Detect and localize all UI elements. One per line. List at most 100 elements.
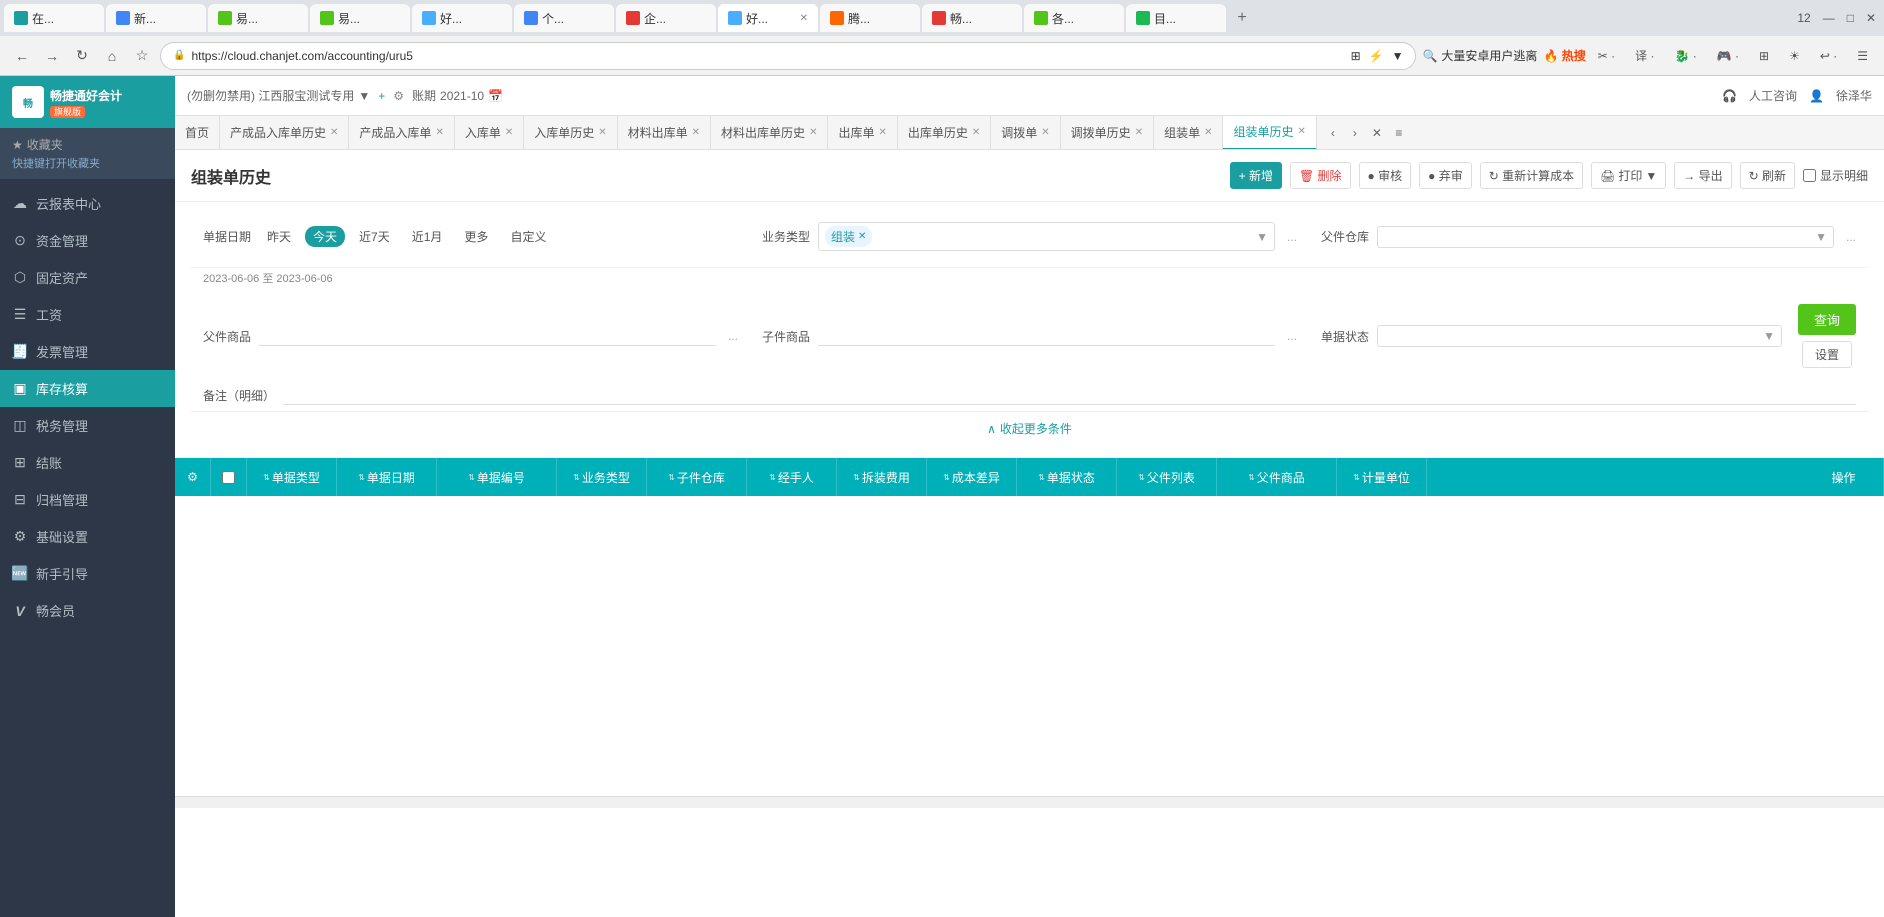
home-button[interactable]: ⌂: [100, 44, 124, 68]
tab-close-stock-in-history[interactable]: ✕: [598, 127, 606, 138]
tab-more[interactable]: ≡: [1389, 123, 1409, 143]
browser-tab-9[interactable]: 腾...: [820, 4, 920, 32]
browser-tab-6[interactable]: 个...: [514, 4, 614, 32]
sort-handler-icon[interactable]: ⇅: [769, 473, 776, 482]
sidebar-item-settle[interactable]: ⊞ 结账: [0, 444, 175, 481]
sort-disassemble-cost-icon[interactable]: ⇅: [853, 473, 860, 482]
minimize-button[interactable]: —: [1819, 9, 1839, 27]
sort-order-no-icon[interactable]: ⇅: [468, 473, 475, 482]
qr-icon[interactable]: ⊞: [1351, 49, 1361, 63]
tab-produce-in-history[interactable]: 产成品入库单历史 ✕: [220, 116, 349, 150]
display-detail-checkbox[interactable]: 显示明细: [1803, 167, 1868, 184]
date-btn-today[interactable]: 今天: [305, 226, 345, 247]
close-button[interactable]: ✕: [1862, 9, 1880, 27]
tab-close-material-out[interactable]: ✕: [692, 127, 700, 138]
tab-material-out[interactable]: 材料出库单 ✕: [618, 116, 711, 150]
parent-warehouse-dropdown-arrow[interactable]: ▼: [1815, 230, 1827, 244]
horizontal-scrollbar[interactable]: [175, 796, 1884, 808]
tab-transfer-history[interactable]: 调拨单历史 ✕: [1061, 116, 1154, 150]
hot-search[interactable]: 🔥 热搜: [1543, 47, 1585, 64]
sidebar-item-tax[interactable]: ◫ 税务管理: [0, 407, 175, 444]
browser-tab-8[interactable]: 好... ✕: [718, 4, 818, 32]
col-check[interactable]: [211, 458, 247, 496]
export-button[interactable]: → 导出: [1674, 162, 1731, 189]
date-btn-yesterday[interactable]: 昨天: [259, 226, 299, 247]
tab-home[interactable]: 首页: [175, 116, 220, 150]
date-btn-7days[interactable]: 近7天: [351, 226, 398, 247]
emoji-tool[interactable]: 🐉 ·: [1668, 47, 1702, 65]
tab-close-stock-in[interactable]: ✕: [505, 127, 513, 138]
sun-tool[interactable]: ☀: [1783, 47, 1806, 65]
sort-order-date-icon[interactable]: ⇅: [358, 473, 365, 482]
sidebar-item-invoice[interactable]: 🧾 发票管理: [0, 333, 175, 370]
settings-gear-icon[interactable]: ⚙: [393, 89, 404, 103]
sort-cost-diff-icon[interactable]: ⇅: [943, 473, 950, 482]
parent-warehouse-input-area[interactable]: ▼: [1377, 226, 1834, 248]
date-btn-custom[interactable]: 自定义: [502, 226, 554, 247]
menu-tool[interactable]: ☰: [1851, 47, 1874, 65]
tab-assemble-history[interactable]: 组装单历史 ✕: [1223, 116, 1316, 150]
maximize-button[interactable]: □: [1843, 9, 1858, 27]
print-button[interactable]: 🖨 打印 ▼: [1591, 162, 1666, 189]
tab-material-out-history[interactable]: 材料出库单历史 ✕: [711, 116, 828, 150]
query-button[interactable]: 查询: [1798, 304, 1856, 335]
order-status-dropdown-arrow[interactable]: ▼: [1763, 329, 1775, 343]
back-button[interactable]: ←: [10, 44, 34, 68]
remarks-input[interactable]: [283, 388, 1856, 402]
display-detail-check[interactable]: [1803, 169, 1816, 182]
browser-tab-10[interactable]: 畅...: [922, 4, 1022, 32]
forward-button[interactable]: →: [40, 44, 64, 68]
tab-close-material-out-history[interactable]: ✕: [809, 127, 817, 138]
add-button[interactable]: + 新增: [1230, 162, 1282, 189]
parent-warehouse-more-btn[interactable]: ...: [1846, 230, 1856, 244]
sidebar-item-fixed-assets[interactable]: ⬡ 固定资产: [0, 259, 175, 296]
reload-button[interactable]: ↻: [70, 44, 94, 68]
child-goods-input[interactable]: [818, 329, 973, 343]
tab-close-assemble-history[interactable]: ✕: [1298, 126, 1306, 137]
child-goods-input-area[interactable]: [818, 327, 1275, 346]
parent-goods-more-btn[interactable]: ...: [728, 329, 738, 343]
browser-tab-5[interactable]: 好...: [412, 4, 512, 32]
browser-tab-11[interactable]: 各...: [1024, 4, 1124, 32]
calendar-icon[interactable]: 📅: [488, 89, 503, 103]
order-status-input-area[interactable]: ▼: [1377, 325, 1782, 347]
tab-assemble[interactable]: 组装单 ✕: [1154, 116, 1223, 150]
tab-close-8[interactable]: ✕: [800, 13, 808, 24]
sort-child-warehouse-icon[interactable]: ⇅: [668, 473, 675, 482]
browser-tab-4[interactable]: 易...: [310, 4, 410, 32]
sidebar-item-guide[interactable]: 🆕 新手引导: [0, 555, 175, 592]
review-button[interactable]: ● 审核: [1359, 162, 1412, 189]
help-label[interactable]: 人工咨询: [1749, 87, 1797, 104]
sidebar-item-inventory[interactable]: ▣ 库存核算: [0, 370, 175, 407]
dropdown-icon[interactable]: ▼: [1392, 49, 1404, 63]
abandon-button[interactable]: ● 弃审: [1419, 162, 1472, 189]
tab-close-assemble[interactable]: ✕: [1204, 127, 1212, 138]
tab-close-current[interactable]: ✕: [1367, 123, 1387, 143]
lightning-icon[interactable]: ⚡: [1369, 49, 1384, 63]
tab-stock-in-history[interactable]: 入库单历史 ✕: [524, 116, 617, 150]
tab-transfer[interactable]: 调拨单 ✕: [991, 116, 1060, 150]
sidebar-item-settings[interactable]: ⚙ 基础设置: [0, 518, 175, 555]
tab-close-produce-in-history[interactable]: ✕: [330, 127, 338, 138]
sort-parent-goods-icon[interactable]: ⇅: [1248, 473, 1255, 482]
sort-unit-icon[interactable]: ⇅: [1353, 473, 1360, 482]
cut-tool[interactable]: ✂ ·: [1592, 47, 1621, 65]
translate-tool[interactable]: 译 ·: [1629, 45, 1660, 66]
browser-tab-2[interactable]: 新...: [106, 4, 206, 32]
child-goods-more-btn[interactable]: ...: [1287, 329, 1297, 343]
company-selector[interactable]: (勿删勿禁用) 江西服宝测试专用 ▼: [187, 87, 370, 104]
grid-tool[interactable]: ⊞: [1753, 47, 1775, 65]
col-settings[interactable]: ⚙: [175, 458, 211, 496]
browser-tab-3[interactable]: 易...: [208, 4, 308, 32]
tab-close-transfer-history[interactable]: ✕: [1135, 127, 1143, 138]
browser-tab-12[interactable]: 目...: [1126, 4, 1226, 32]
tab-stock-in[interactable]: 入库单 ✕: [455, 116, 524, 150]
tab-out-history[interactable]: 出库单历史 ✕: [898, 116, 991, 150]
delete-button[interactable]: 🗑 删除: [1290, 162, 1351, 189]
address-bar[interactable]: 🔒 https://cloud.chanjet.com/accounting/u…: [160, 42, 1416, 70]
parent-goods-input-area[interactable]: [259, 327, 716, 346]
sidebar-item-salary[interactable]: ☰ 工资: [0, 296, 175, 333]
date-btn-more[interactable]: 更多: [456, 226, 496, 247]
biz-type-more-btn[interactable]: ...: [1287, 230, 1297, 244]
sort-parent-list-icon[interactable]: ⇅: [1138, 473, 1145, 482]
